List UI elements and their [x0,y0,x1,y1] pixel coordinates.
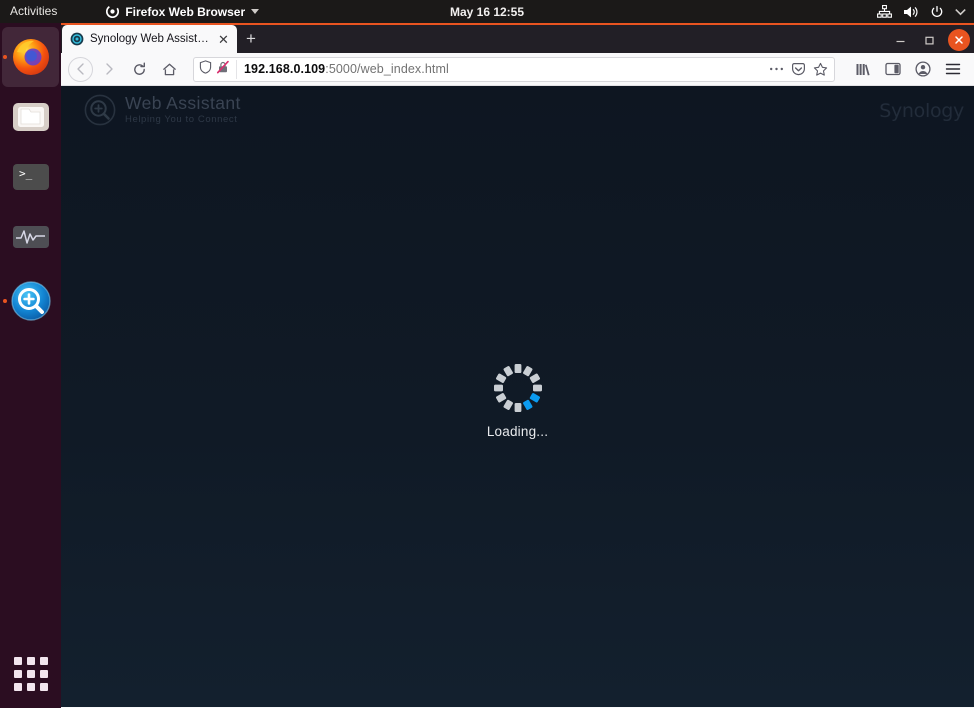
navigation-toolbar: 192.168.0.109:5000/web_index.html [61,53,974,86]
reload-button[interactable] [125,55,153,83]
star-icon[interactable] [809,58,831,80]
shield-icon[interactable] [199,59,212,79]
ubuntu-dock: >_ [0,23,61,708]
url-domain: 192.168.0.109 [244,62,326,76]
loading-indicator: Loading... [61,362,974,439]
synology-assistant-icon [9,279,53,323]
web-assistant-title: Web Assistant [125,93,241,113]
show-applications-button[interactable] [0,646,61,702]
dock-item-system-monitor[interactable] [0,207,61,267]
url-path: :5000/web_index.html [325,62,449,76]
close-button[interactable] [948,29,970,51]
web-assistant-header: Web Assistant Helping You to Connect Syn… [61,86,974,144]
minimize-button[interactable] [886,26,914,54]
web-assistant-titles: Web Assistant Helping You to Connect [125,94,241,126]
app-menu-firefox[interactable]: Firefox Web Browser [106,4,260,19]
volume-icon[interactable] [903,5,919,19]
home-button[interactable] [155,55,183,83]
firefox-icon [9,35,53,79]
chevron-down-icon [251,9,260,14]
files-icon [9,95,53,139]
tab-synology-web-assistant[interactable]: Synology Web Assistant ✕ [62,25,237,53]
terminal-icon: >_ [9,155,53,199]
back-button[interactable] [68,56,93,82]
page-actions-button[interactable] [765,58,787,80]
dock-item-terminal[interactable]: >_ [0,147,61,207]
svg-text:>_: >_ [19,167,33,180]
chevron-down-icon[interactable] [955,8,966,16]
url-text[interactable]: 192.168.0.109:5000/web_index.html [244,62,765,76]
system-monitor-icon [9,215,53,259]
library-icon[interactable] [849,55,877,83]
system-tray[interactable] [877,5,966,19]
app-menu-label: Firefox Web Browser [125,4,246,19]
activities-button[interactable]: Activities [0,0,66,23]
forward-button[interactable] [95,55,123,83]
activities-label: Activities [10,4,58,18]
lock-insecure-icon[interactable] [216,60,230,79]
dock-item-firefox[interactable] [2,27,59,87]
web-assistant-logo-icon [84,94,116,126]
power-icon[interactable] [930,5,944,19]
network-icon[interactable] [877,5,892,18]
dock-item-synology-assistant[interactable] [0,271,61,331]
firefox-window: Synology Web Assistant ✕ + 192.168.0.109… [61,23,974,708]
synology-brand-logo: Synology [879,100,964,122]
app-grid-icon [13,657,48,691]
window-controls [886,25,970,55]
sidebar-icon[interactable] [879,55,907,83]
menu-button[interactable] [939,55,967,83]
account-icon[interactable] [909,55,937,83]
loading-text: Loading... [486,424,549,439]
web-assistant-subtitle: Helping You to Connect [125,114,238,125]
identity-box[interactable] [199,59,237,79]
web-page-content: Web Assistant Helping You to Connect Syn… [61,86,974,707]
dock-item-files[interactable] [0,87,61,147]
running-indicator-synology-assistant [3,299,7,303]
new-tab-button[interactable]: + [237,25,265,53]
save-to-pocket-icon[interactable] [787,58,809,80]
firefox-menu-icon [106,5,120,18]
gnome-top-bar: Activities Firefox Web Browser May 16 12… [0,0,974,23]
loading-spinner-icon [492,362,544,414]
url-bar[interactable]: 192.168.0.109:5000/web_index.html [193,56,835,82]
web-assistant-brand: Web Assistant Helping You to Connect [84,94,241,126]
tab-title: Synology Web Assistant [90,33,210,45]
maximize-button[interactable] [915,26,943,54]
running-indicator-firefox [3,55,7,59]
tab-strip: Synology Web Assistant ✕ + [61,23,974,53]
toolbar-right-buttons [849,55,967,83]
close-icon[interactable]: ✕ [216,32,231,47]
synology-favicon-icon [70,32,84,46]
